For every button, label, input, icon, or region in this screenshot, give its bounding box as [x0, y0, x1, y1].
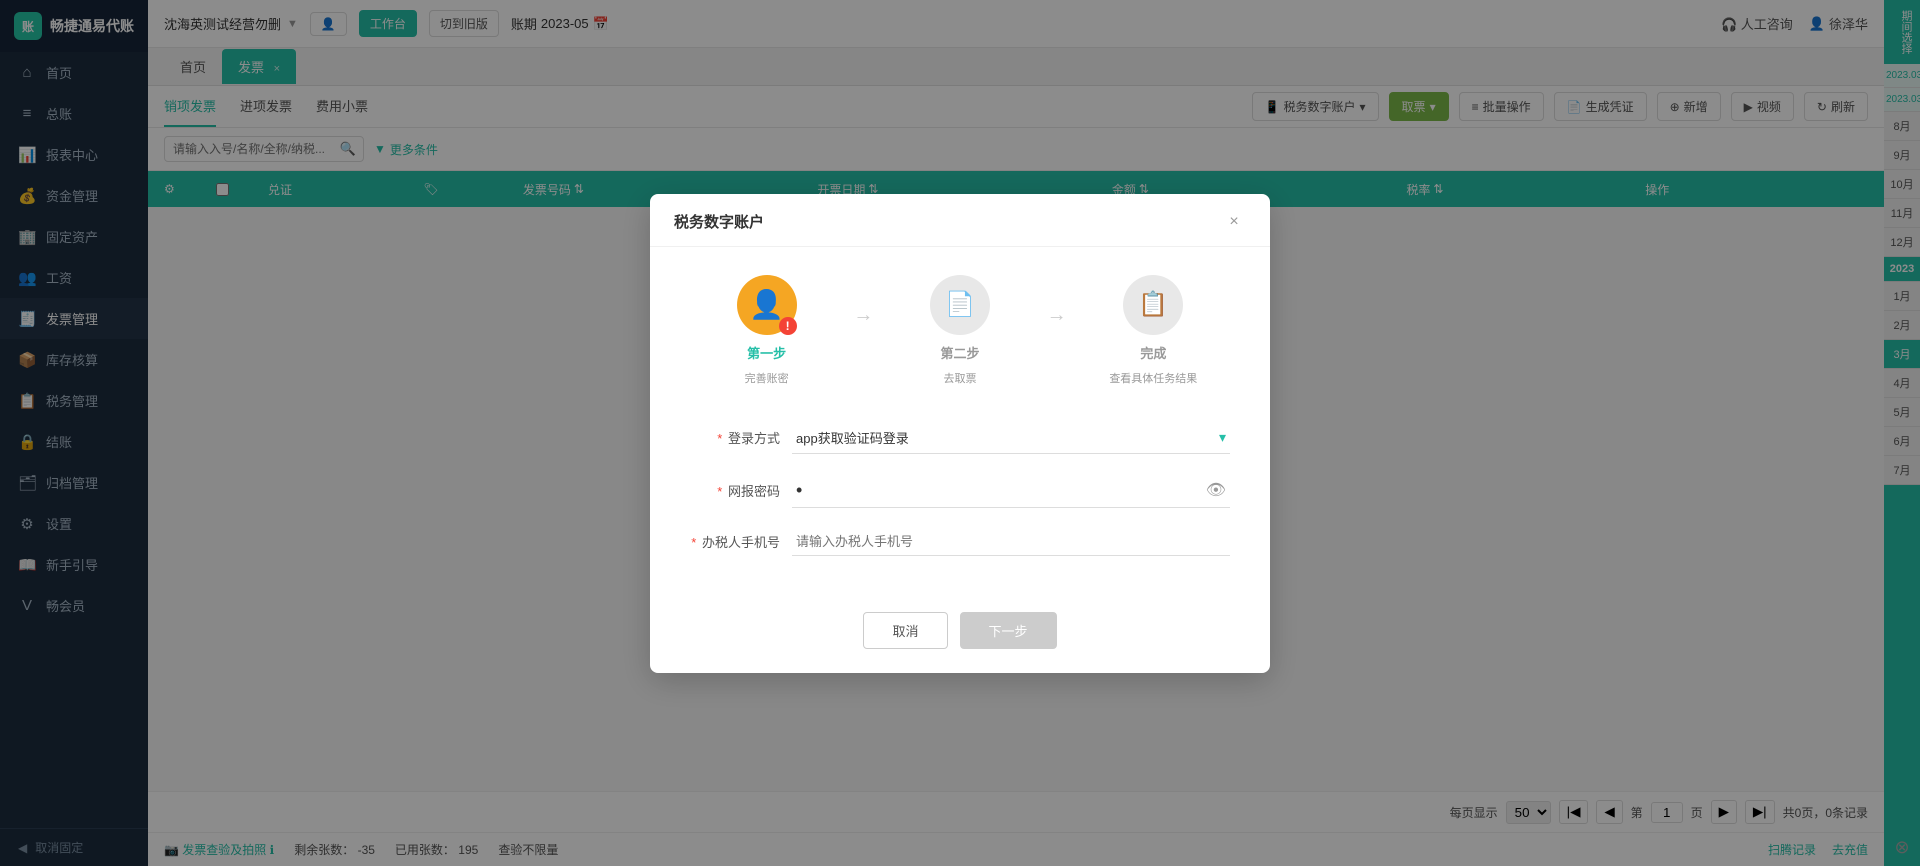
- login-method-select[interactable]: app获取验证码登录 ▾: [792, 422, 1230, 454]
- password-input[interactable]: [796, 480, 1198, 501]
- login-method-label: * 登录方式: [690, 428, 780, 447]
- step-3: 📋 完成 查看具体任务结果: [1077, 275, 1230, 386]
- step2-desc: 去取票: [943, 370, 976, 386]
- phone-input[interactable]: [796, 534, 1226, 549]
- password-row: * 网报密码 👁: [690, 474, 1230, 508]
- password-field-container: 👁: [792, 474, 1230, 508]
- step2-doc-icon: 📄: [945, 290, 975, 319]
- login-method-value: app获取验证码登录: [796, 428, 909, 447]
- modal-title: 税务数字账户: [674, 211, 764, 232]
- step1-label: 第一步: [747, 343, 786, 362]
- step1-desc: 完善账密: [745, 370, 789, 386]
- step-arrow-2: →: [1037, 304, 1077, 357]
- step-1: 👤 第一步 完善账密: [690, 275, 843, 386]
- step1-person-icon: 👤: [749, 288, 784, 321]
- password-label: * 网报密码: [690, 481, 780, 500]
- step3-icon: 📋: [1123, 275, 1183, 335]
- modal-close-button[interactable]: ×: [1222, 210, 1246, 234]
- digital-account-modal: 税务数字账户 × 👤 第一步 完善账密 → 📄 第二步 去取票: [650, 194, 1270, 673]
- step-2: 📄 第二步 去取票: [883, 275, 1036, 386]
- phone-field-container: [792, 528, 1230, 556]
- modal-overlay: 税务数字账户 × 👤 第一步 完善账密 → 📄 第二步 去取票: [0, 0, 1920, 866]
- cancel-button[interactable]: 取消: [863, 612, 947, 649]
- step2-label: 第二步: [940, 343, 979, 362]
- steps-container: 👤 第一步 完善账密 → 📄 第二步 去取票 → 📋: [650, 247, 1270, 406]
- next-step-button[interactable]: 下一步: [960, 612, 1057, 649]
- modal-body: * 登录方式 app获取验证码登录 ▾ * 网报密码 👁: [650, 406, 1270, 600]
- step2-icon: 📄: [930, 275, 990, 335]
- step-arrow-1: →: [843, 304, 883, 357]
- phone-label: * 办税人手机号: [690, 532, 780, 551]
- phone-row: * 办税人手机号: [690, 528, 1230, 556]
- login-method-row: * 登录方式 app获取验证码登录 ▾: [690, 422, 1230, 454]
- modal-header: 税务数字账户 ×: [650, 194, 1270, 247]
- eye-icon[interactable]: 👁: [1206, 480, 1226, 500]
- login-method-chevron-icon: ▾: [1219, 429, 1226, 446]
- step3-label: 完成: [1140, 343, 1166, 362]
- modal-footer: 取消 下一步: [650, 600, 1270, 673]
- step3-desc: 查看具体任务结果: [1109, 370, 1197, 386]
- step3-clipboard-icon: 📋: [1138, 290, 1168, 319]
- step1-icon: 👤: [737, 275, 797, 335]
